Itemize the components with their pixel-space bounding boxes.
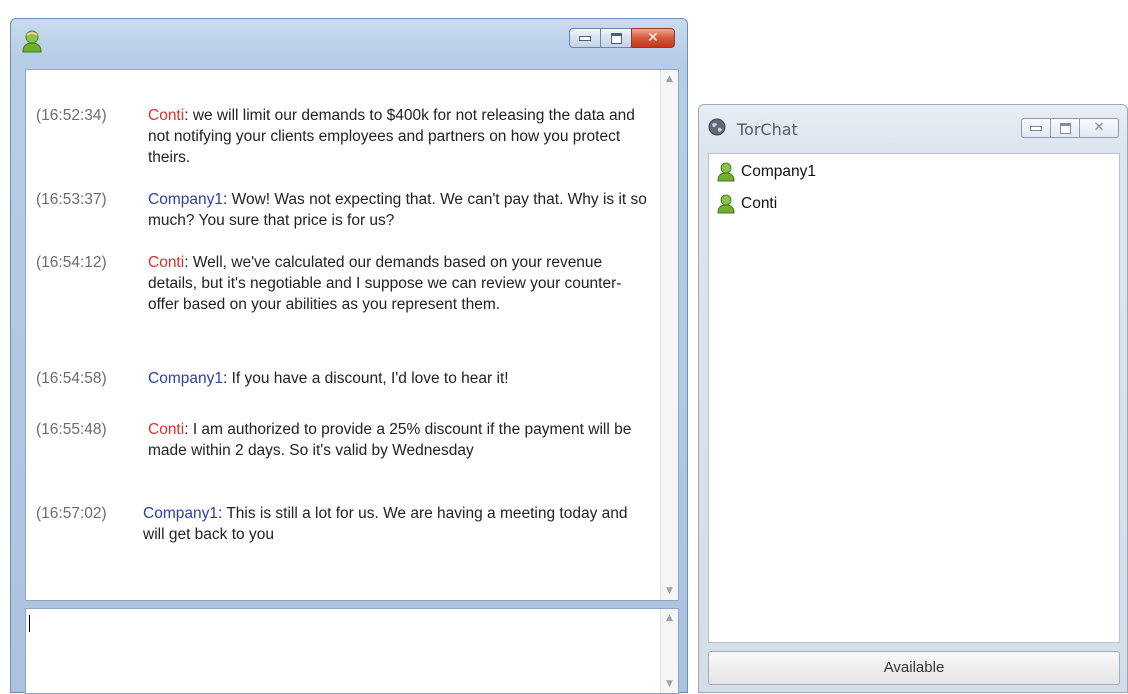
status-button[interactable]: Available [708, 651, 1120, 685]
chat-window: ✕ (16:52:34) Conti: we will limit our de… [10, 18, 688, 694]
message-sender: Conti [148, 421, 185, 438]
message-body: Company1: Wow! Was not expecting that. W… [148, 191, 647, 229]
close-icon: ✕ [1093, 120, 1105, 135]
green-user-icon [717, 162, 735, 182]
scroll-down-icon[interactable]: ▼ [661, 679, 678, 689]
maximize-icon [1059, 122, 1071, 134]
message-timestamp: (16:57:02) [36, 505, 107, 522]
window-controls: ✕ [1021, 118, 1119, 138]
message-text: If you have a discount, I'd love to hear… [231, 370, 509, 387]
message-body: Conti: we will limit our demands to $400… [148, 107, 635, 166]
buddy-name: Company1 [741, 163, 816, 180]
close-button[interactable]: ✕ [631, 28, 675, 48]
buddy-item[interactable]: Company1 [717, 161, 816, 183]
message-sender: Company1 [143, 505, 218, 522]
chat-log-scrollbar[interactable]: ▲ ▼ [660, 70, 678, 600]
message-input[interactable]: ▲ ▼ [25, 608, 679, 694]
torchat-titlebar[interactable]: TorChat ✕ [699, 105, 1127, 149]
scroll-up-icon[interactable]: ▲ [661, 74, 678, 84]
message-body: Conti: I am authorized to provide a 25% … [148, 421, 632, 459]
maximize-button[interactable] [600, 28, 632, 48]
torchat-window: TorChat ✕ Company1 Conti Available [698, 104, 1128, 693]
message-body: Conti: Well, we've calculated our demand… [148, 254, 622, 313]
buddy-list[interactable]: Company1 Conti [708, 153, 1120, 643]
message-timestamp: (16:54:58) [36, 370, 107, 387]
scroll-down-icon[interactable]: ▼ [661, 586, 678, 596]
message-text: we will limit our demands to $400k for n… [148, 107, 635, 166]
message-sender: Conti [148, 107, 185, 124]
close-icon: ✕ [647, 30, 659, 46]
chat-titlebar[interactable]: ✕ [11, 19, 687, 63]
message-timestamp: (16:55:48) [36, 421, 107, 438]
scroll-up-icon[interactable]: ▲ [661, 613, 678, 623]
chat-log[interactable]: (16:52:34) Conti: we will limit our dema… [25, 69, 679, 601]
message-sender: Conti [148, 254, 185, 271]
window-controls: ✕ [569, 28, 675, 48]
green-user-icon [717, 194, 735, 214]
message-text: I am authorized to provide a 25% discoun… [148, 421, 632, 459]
message-timestamp: (16:53:37) [36, 191, 107, 208]
minimize-button[interactable] [1021, 118, 1051, 138]
buddy-item[interactable]: Conti [717, 193, 777, 215]
globe-icon [708, 118, 726, 136]
message-body: Company1: If you have a discount, I'd lo… [148, 370, 509, 387]
minimize-icon [579, 35, 591, 41]
close-button[interactable]: ✕ [1079, 118, 1119, 138]
maximize-button[interactable] [1050, 118, 1080, 138]
minimize-icon [1030, 125, 1042, 131]
message-timestamp: (16:54:12) [36, 254, 107, 271]
window-title: TorChat [737, 120, 798, 139]
message-sender: Company1 [148, 191, 223, 208]
message-body: Company1: This is still a lot for us. We… [143, 505, 628, 543]
message-timestamp: (16:52:34) [36, 107, 107, 124]
text-caret [29, 615, 30, 632]
message-sender: Company1 [148, 370, 223, 387]
input-scrollbar[interactable]: ▲ ▼ [660, 609, 678, 693]
user-icon [22, 30, 42, 53]
buddy-name: Conti [741, 195, 778, 212]
minimize-button[interactable] [569, 28, 601, 48]
message-text: Well, we've calculated our demands based… [148, 254, 622, 313]
maximize-icon [610, 32, 622, 44]
